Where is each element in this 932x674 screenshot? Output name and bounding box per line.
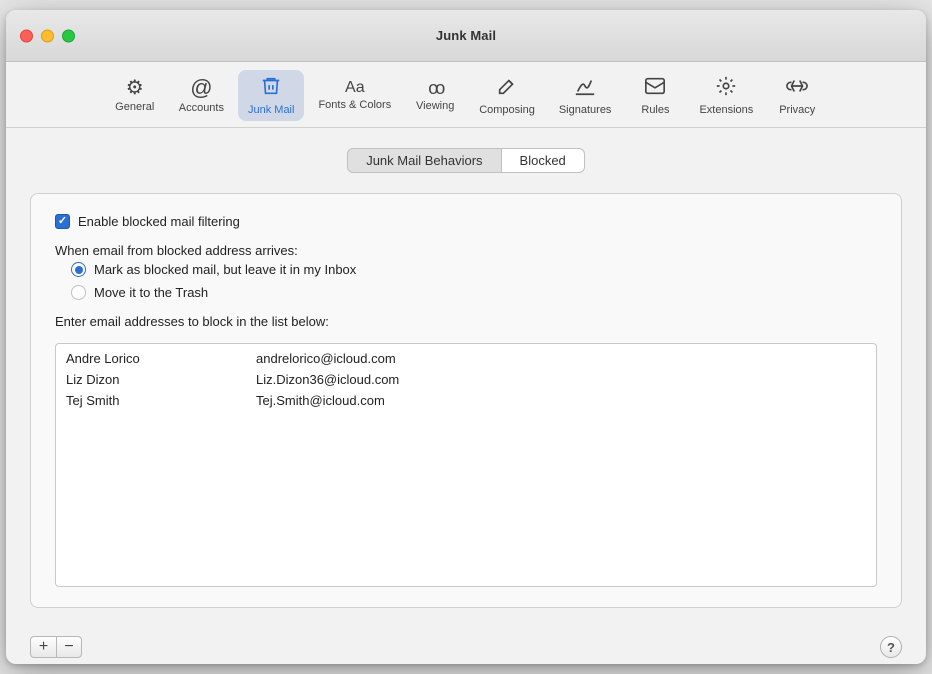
email-name-1: Liz Dizon: [66, 372, 176, 387]
radio-inbox-row[interactable]: Mark as blocked mail, but leave it in my…: [71, 262, 877, 277]
when-email-section: When email from blocked address arrives:…: [55, 243, 877, 300]
toolbar-item-fontscolors[interactable]: Aa Fonts & Colors: [308, 75, 401, 116]
enable-filter-checkbox[interactable]: [55, 214, 70, 229]
table-row[interactable]: Liz Dizon Liz.Dizon36@icloud.com: [56, 369, 876, 390]
extensions-icon: [715, 75, 737, 101]
email-name-0: Andre Lorico: [66, 351, 176, 366]
toolbar-label-composing: Composing: [479, 104, 535, 116]
toolbar-item-rules[interactable]: Rules: [625, 70, 685, 121]
signatures-icon: [574, 75, 596, 101]
radio-group: Mark as blocked mail, but leave it in my…: [55, 262, 877, 300]
radio-trash[interactable]: [71, 285, 86, 300]
minimize-button[interactable]: [41, 29, 54, 42]
email-addr-1: Liz.Dizon36@icloud.com: [256, 372, 399, 387]
segment-blocked[interactable]: Blocked: [501, 148, 585, 173]
close-button[interactable]: [20, 29, 33, 42]
email-list-label: Enter email addresses to block in the li…: [55, 314, 877, 329]
add-button[interactable]: +: [30, 636, 56, 658]
remove-button[interactable]: −: [56, 636, 82, 658]
settings-panel: Enable blocked mail filtering When email…: [30, 193, 902, 608]
toolbar-item-extensions[interactable]: Extensions: [689, 70, 763, 121]
fonts-icon: Aa: [345, 80, 365, 96]
add-remove-group: + −: [30, 636, 82, 658]
toolbar-item-general[interactable]: ⚙ General: [105, 73, 165, 118]
privacy-icon: [786, 75, 808, 101]
email-addr-2: Tej.Smith@icloud.com: [256, 393, 385, 408]
at-icon: @: [190, 77, 212, 99]
enable-filter-row: Enable blocked mail filtering: [55, 214, 877, 229]
toolbar-item-junkmail[interactable]: Junk Mail: [238, 70, 304, 121]
toolbar-label-fontscolors: Fonts & Colors: [318, 99, 391, 111]
junkmail-icon: [260, 75, 282, 101]
bottom-bar: + − ?: [6, 624, 926, 664]
radio-inbox-label: Mark as blocked mail, but leave it in my…: [94, 262, 356, 277]
title-bar: Junk Mail: [6, 10, 926, 62]
toolbar-label-rules: Rules: [641, 104, 669, 116]
rules-icon: [644, 75, 666, 101]
toolbar-item-signatures[interactable]: Signatures: [549, 70, 622, 121]
segment-behaviors[interactable]: Junk Mail Behaviors: [347, 148, 500, 173]
segmented-control: Junk Mail Behaviors Blocked: [30, 148, 902, 173]
email-name-2: Tej Smith: [66, 393, 176, 408]
window-controls: [20, 29, 75, 42]
window-title: Junk Mail: [436, 28, 496, 43]
table-row[interactable]: Andre Lorico andrelorico@icloud.com: [56, 348, 876, 369]
toolbar-label-general: General: [115, 101, 154, 113]
toolbar-label-extensions: Extensions: [699, 104, 753, 116]
toolbar: ⚙ General @ Accounts Junk Mail Aa Fonts …: [6, 62, 926, 128]
toolbar-label-signatures: Signatures: [559, 104, 612, 116]
viewing-icon: oo: [428, 79, 442, 97]
main-window: Junk Mail ⚙ General @ Accounts Junk Mail…: [6, 10, 926, 664]
toolbar-label-privacy: Privacy: [779, 104, 815, 116]
when-email-label: When email from blocked address arrives:: [55, 243, 877, 258]
toolbar-item-viewing[interactable]: oo Viewing: [405, 74, 465, 117]
toolbar-label-accounts: Accounts: [179, 102, 224, 114]
gear-icon: ⚙: [126, 78, 144, 98]
help-button[interactable]: ?: [880, 636, 902, 658]
email-addr-0: andrelorico@icloud.com: [256, 351, 396, 366]
maximize-button[interactable]: [62, 29, 75, 42]
toolbar-item-composing[interactable]: Composing: [469, 70, 545, 121]
enable-filter-label: Enable blocked mail filtering: [78, 214, 240, 229]
toolbar-item-accounts[interactable]: @ Accounts: [169, 72, 234, 119]
radio-trash-row[interactable]: Move it to the Trash: [71, 285, 877, 300]
toolbar-label-viewing: Viewing: [416, 100, 454, 112]
composing-icon: [496, 75, 518, 101]
content-area: Junk Mail Behaviors Blocked Enable block…: [6, 128, 926, 624]
table-row[interactable]: Tej Smith Tej.Smith@icloud.com: [56, 390, 876, 411]
radio-trash-label: Move it to the Trash: [94, 285, 208, 300]
toolbar-item-privacy[interactable]: Privacy: [767, 70, 827, 121]
radio-inbox[interactable]: [71, 262, 86, 277]
email-list[interactable]: Andre Lorico andrelorico@icloud.com Liz …: [55, 343, 877, 587]
toolbar-label-junkmail: Junk Mail: [248, 104, 294, 116]
